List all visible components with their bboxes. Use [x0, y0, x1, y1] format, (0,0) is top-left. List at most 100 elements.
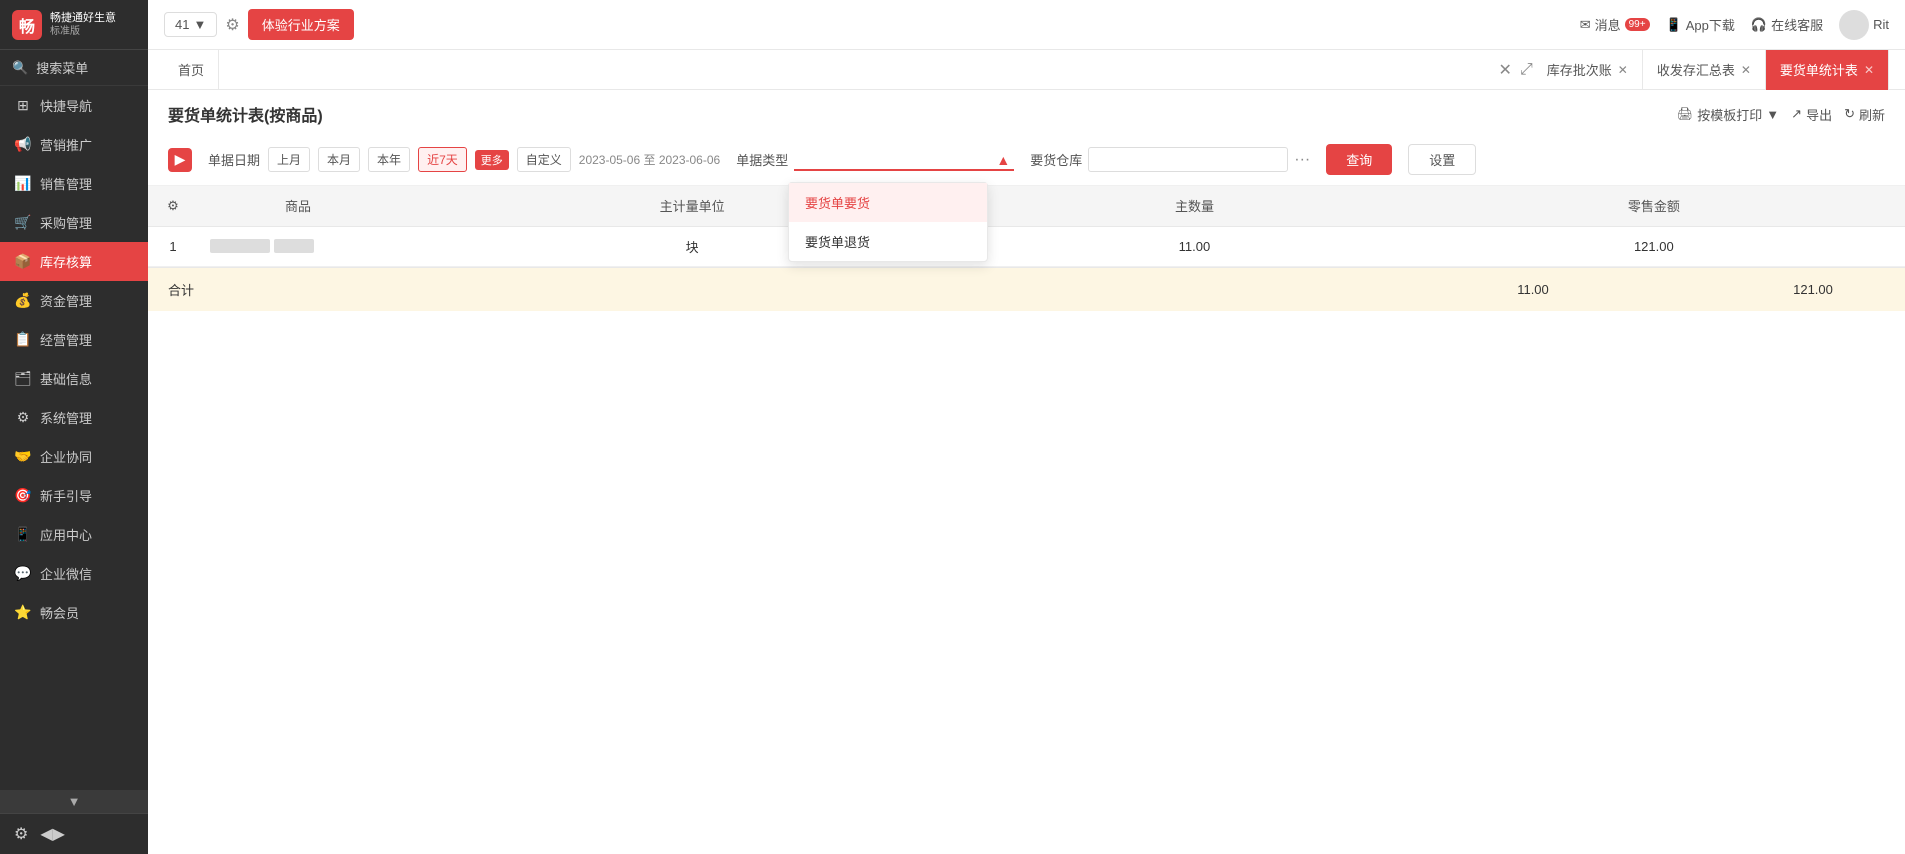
- date-btn-prev-month[interactable]: 上月: [268, 147, 310, 172]
- messages-action[interactable]: ✉ 消息 99+: [1580, 15, 1650, 34]
- date-range-text: 2023-05-06 至 2023-06-06: [579, 151, 720, 168]
- purchase-icon: 🛒: [14, 214, 32, 231]
- tab-3[interactable]: 要货单统计表 ✕: [1766, 50, 1889, 90]
- sidebar-item-label: 营销推广: [40, 135, 92, 154]
- col-quantity: 主数量: [986, 186, 1402, 226]
- sidebar-item-label: 库存核算: [40, 252, 92, 271]
- dropdown-item[interactable]: 要货单退货: [789, 222, 987, 261]
- refresh-button[interactable]: ↻ 刷新: [1844, 105, 1885, 124]
- tabs-close-all-icon[interactable]: ✕: [1499, 60, 1512, 80]
- row-quantity: 11.00: [986, 226, 1402, 266]
- date-btn-custom[interactable]: 自定义: [517, 147, 571, 172]
- online-service-action[interactable]: 🎧 在线客服: [1751, 15, 1823, 34]
- warehouse-more-icon[interactable]: ···: [1294, 151, 1310, 169]
- messages-icon: ✉: [1580, 17, 1591, 33]
- system-icon: ⚙: [14, 409, 32, 426]
- date-filter-group: 单据日期 上月 本月 本年 近7天 更多 自定义 2023-05-06 至 20…: [208, 147, 720, 172]
- sidebar-item-label: 企业协同: [40, 447, 92, 466]
- tabs-right: ✕ ⤢: [1499, 60, 1533, 80]
- store-selector[interactable]: 41 ▼: [164, 12, 217, 37]
- sidebar: 畅 畅捷通好生意 标准版 🔍 搜索菜单 ⊞快捷导航 📢 营销推广 📊销售管理🛒采购管理…: [0, 0, 148, 854]
- query-button[interactable]: 查询: [1326, 144, 1392, 175]
- sidebar-item-sales[interactable]: 📊销售管理: [0, 164, 148, 203]
- footer-label: 合计: [160, 280, 194, 299]
- store-name: 41: [175, 17, 189, 32]
- date-btn-this-year[interactable]: 本年: [368, 147, 410, 172]
- topbar-left: 41 ▼ ⚙ 体验行业方案: [164, 9, 354, 40]
- service-icon: 🎧: [1751, 17, 1767, 33]
- sidebar-item-label: 资金管理: [40, 291, 92, 310]
- sidebar-item-operations[interactable]: 📋经营管理: [0, 320, 148, 359]
- tab-close-2[interactable]: ✕: [1741, 63, 1751, 77]
- operations-icon: 📋: [14, 331, 32, 348]
- sidebar-item-appcenter[interactable]: 📱 应用中心: [0, 515, 148, 554]
- app-download-action[interactable]: 📱 App下载: [1666, 15, 1735, 34]
- tab-close-1[interactable]: ✕: [1618, 63, 1628, 77]
- date-btn-recent7[interactable]: 近7天: [418, 147, 467, 172]
- sidebar-scroll-down[interactable]: ▼: [0, 790, 148, 813]
- tab-2[interactable]: 收发存汇总表 ✕: [1643, 50, 1766, 90]
- base-icon: 🗂: [14, 370, 32, 387]
- sidebar-item-member[interactable]: ⭐畅会员: [0, 593, 148, 632]
- dropdown-item[interactable]: 要货单要货: [789, 183, 987, 222]
- appcenter-icon: 📱: [14, 526, 32, 543]
- guide-icon: 🎯: [14, 487, 32, 504]
- settings-icon[interactable]: ⚙: [14, 824, 28, 844]
- app-icon: 📱: [1666, 17, 1682, 33]
- tab-label-3: 要货单统计表: [1780, 60, 1858, 79]
- table-footer: 合计 11.00 121.00: [148, 267, 1905, 311]
- refresh-label: 刷新: [1859, 105, 1885, 124]
- sidebar-item-purchase[interactable]: 🛒采购管理: [0, 203, 148, 242]
- search-label: 搜索菜单: [36, 58, 88, 77]
- sidebar-item-system[interactable]: ⚙ 系统管理: [0, 398, 148, 437]
- warehouse-filter-input[interactable]: [1088, 147, 1288, 172]
- filter-area: ▶ 单据日期 上月 本月 本年 近7天 更多 自定义 2023-05-06 至 …: [148, 134, 1905, 186]
- sidebar-logo: 畅: [12, 10, 42, 40]
- filter-toggle-button[interactable]: ▶: [168, 148, 192, 172]
- sidebar-brand-text: 畅捷通好生意 标准版: [50, 11, 116, 38]
- sidebar-item-inventory[interactable]: 📦库存核算: [0, 242, 148, 281]
- industry-button[interactable]: 体验行业方案: [248, 9, 354, 40]
- type-filter-group: 单据类型 ▲: [736, 148, 1014, 171]
- collapse-icon[interactable]: ◀▶: [40, 824, 65, 844]
- finance-icon: 💰: [14, 292, 32, 309]
- avatar-img: [1839, 10, 1869, 40]
- user-avatar[interactable]: Rit: [1839, 10, 1889, 40]
- sidebar-item-wechat[interactable]: 💬企业微信: [0, 554, 148, 593]
- date-more-tag[interactable]: 更多: [475, 150, 509, 170]
- cooperation-icon: 🤝: [14, 448, 32, 465]
- footer-amount: 121.00: [1773, 282, 1853, 297]
- sidebar-item-label: 系统管理: [40, 408, 92, 427]
- tab-label-1: 库存批次账: [1547, 60, 1612, 79]
- export-button[interactable]: ↗ 导出: [1791, 105, 1832, 124]
- sidebar-item-guide[interactable]: 🎯新手引导: [0, 476, 148, 515]
- export-label: 导出: [1806, 105, 1832, 124]
- member-icon: ⭐: [14, 604, 32, 621]
- tab-1[interactable]: 库存批次账 ✕: [1533, 50, 1643, 90]
- warehouse-filter-group: 要货仓库 ···: [1030, 147, 1310, 172]
- data-table: ⚙ 商品 主计量单位 主数量 零售金额 1: [148, 186, 1905, 267]
- col-settings[interactable]: ⚙: [148, 186, 198, 226]
- sidebar-item-label: 应用中心: [40, 525, 92, 544]
- tab-close-3[interactable]: ✕: [1864, 63, 1874, 77]
- tabs-expand-icon[interactable]: ⤢: [1520, 61, 1533, 79]
- row-amount: 121.00: [1403, 226, 1905, 266]
- tab-label-2: 收发存汇总表: [1657, 60, 1735, 79]
- sidebar-item-base[interactable]: 🗂基础信息: [0, 359, 148, 398]
- user-name: Rit: [1873, 17, 1889, 32]
- tab-0[interactable]: 首页: [164, 50, 219, 90]
- print-label: 按模板打印: [1697, 105, 1762, 124]
- print-button[interactable]: 🖨 按模板打印 ▼: [1677, 105, 1779, 124]
- sidebar-search[interactable]: 🔍 搜索菜单: [0, 50, 148, 86]
- date-btn-this-month[interactable]: 本月: [318, 147, 360, 172]
- type-filter-input[interactable]: [794, 148, 1014, 171]
- sidebar-item-marketing[interactable]: 📢 营销推广: [0, 125, 148, 164]
- sidebar-item-quick-nav[interactable]: ⊞快捷导航: [0, 86, 148, 125]
- row-no: 1: [148, 226, 198, 266]
- sidebar-item-finance[interactable]: 💰 资金管理: [0, 281, 148, 320]
- type-filter-chevron-icon[interactable]: ▲: [996, 152, 1010, 168]
- marketing-icon: 📢: [14, 136, 32, 153]
- sidebar-item-cooperation[interactable]: 🤝 企业协同: [0, 437, 148, 476]
- set-button[interactable]: 设置: [1408, 144, 1476, 175]
- topbar-settings-icon[interactable]: ⚙: [225, 15, 239, 35]
